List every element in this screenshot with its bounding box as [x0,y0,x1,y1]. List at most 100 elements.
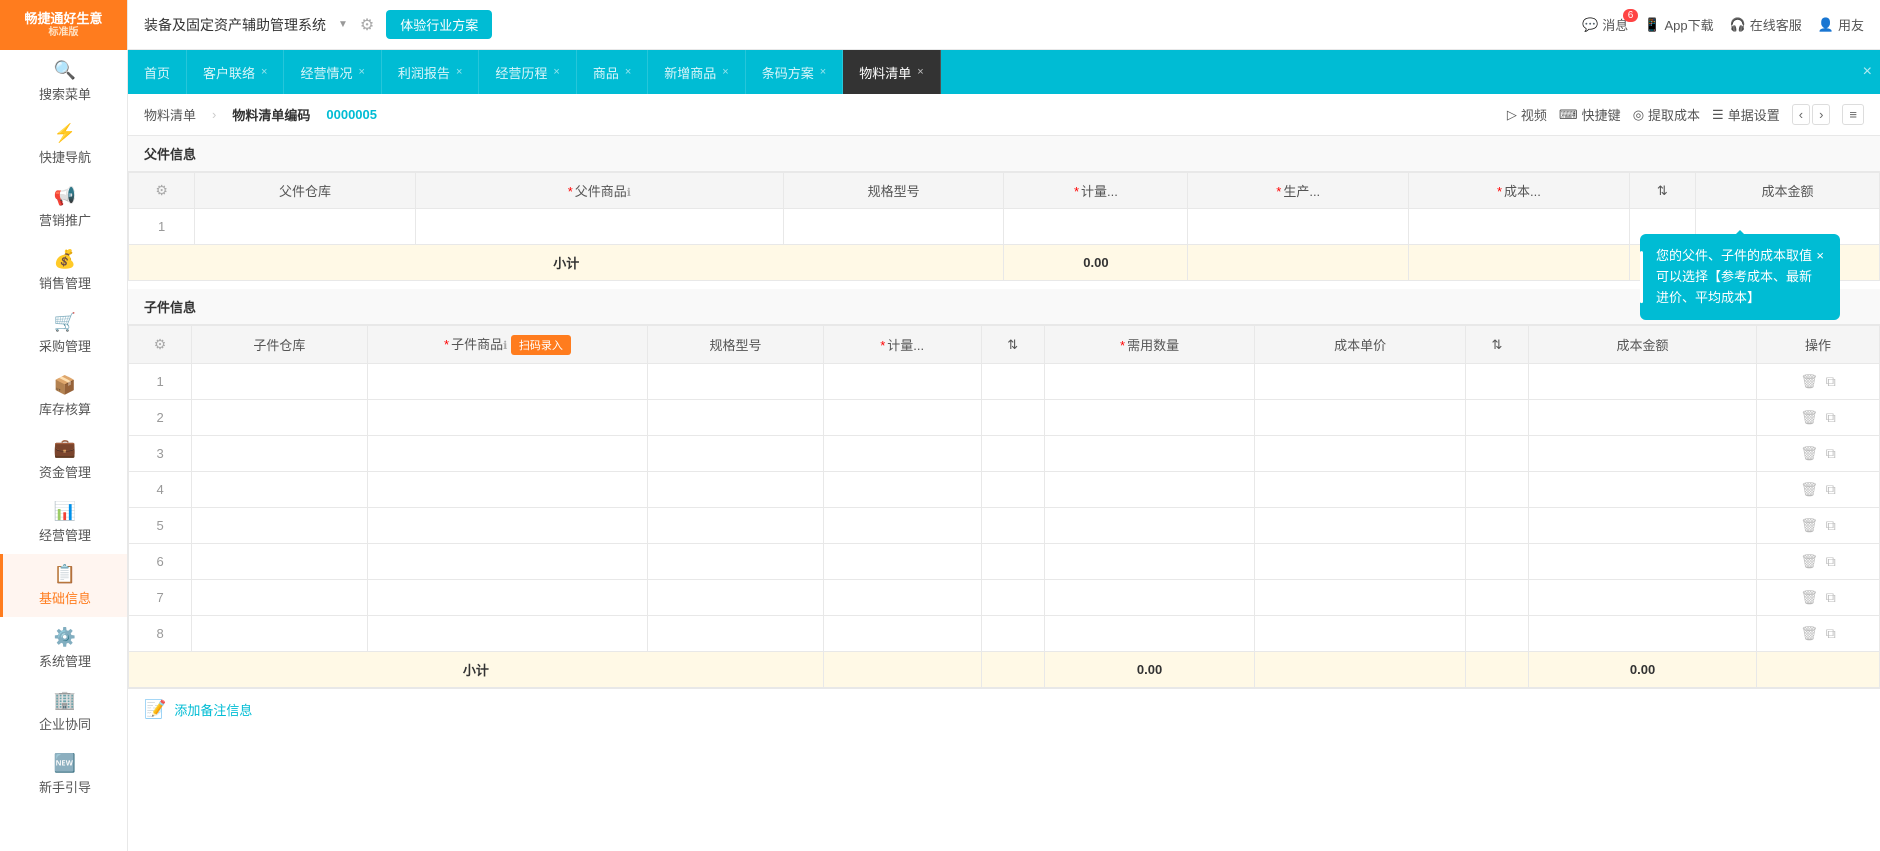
tab-goods[interactable]: 商品 × [577,50,648,94]
parent-col-sort[interactable]: ⇅ [1629,173,1695,209]
child-row1-unit[interactable] [823,364,981,400]
single-settings-btn[interactable]: ☰ 单据设置 [1712,105,1780,124]
sidebar-item-basic[interactable]: 📋 基础信息 [0,554,127,617]
child-row5-product[interactable] [367,508,648,544]
sidebar-item-marketing[interactable]: 📢 营销推广 [0,176,127,239]
child-row3-quantity[interactable] [1044,436,1255,472]
tooltip-close-btn[interactable]: × [1816,246,1824,267]
user-wrapper[interactable]: 👤 用友 [1818,15,1864,34]
child-row2-warehouse[interactable] [192,400,367,436]
child-row6-warehouse[interactable] [192,544,367,580]
child-row7-unit-cost[interactable] [1255,580,1466,616]
parent-row-prod[interactable] [1188,209,1409,245]
parent-col-settings[interactable]: ⚙ [129,173,195,209]
child-row6-quantity[interactable] [1044,544,1255,580]
message-wrapper[interactable]: 💬 消息 6 [1582,15,1628,34]
child-row1-unit-cost[interactable] [1255,364,1466,400]
child-row1-quantity[interactable] [1044,364,1255,400]
child-row5-unit[interactable] [823,508,981,544]
child-row2-unit[interactable] [823,400,981,436]
sidebar-item-sales[interactable]: 💰 销售管理 [0,239,127,302]
child-row5-warehouse[interactable] [192,508,367,544]
child-row7-spec[interactable] [648,580,823,616]
add-note-btn[interactable]: 添加备注信息 [174,700,252,719]
tab-profit[interactable]: 利润报告 × [382,50,479,94]
child-row6-spec[interactable] [648,544,823,580]
tab-customer-close-icon[interactable]: × [261,66,267,78]
child-row8-unit-cost[interactable] [1255,616,1466,652]
sidebar-item-operations[interactable]: 📊 经营管理 [0,491,127,554]
tab-home[interactable]: 首页 [128,50,187,94]
child-row4-delete-icon[interactable]: 🗑 [1800,481,1818,497]
child-row4-unit-cost[interactable] [1255,472,1466,508]
child-row6-copy-icon[interactable]: ⧉ [1826,553,1836,569]
child-row4-unit[interactable] [823,472,981,508]
online-service-wrapper[interactable]: 🎧 在线客服 [1730,15,1802,34]
child-row4-quantity[interactable] [1044,472,1255,508]
scan-input-btn[interactable]: 扫码录入 [511,335,571,355]
tab-history[interactable]: 经营历程 × [479,50,576,94]
tab-barcode[interactable]: 条码方案 × [746,50,843,94]
child-row3-warehouse[interactable] [192,436,367,472]
child-row8-product[interactable] [367,616,648,652]
tab-profit-close-icon[interactable]: × [456,66,462,78]
child-row5-spec[interactable] [648,508,823,544]
child-col-sort2[interactable]: ⇅ [1465,326,1528,364]
sidebar-item-quick-nav[interactable]: ⚡ 快捷导航 [0,113,127,176]
settings-gear-icon[interactable]: ⚙ [360,15,374,35]
child-row8-spec[interactable] [648,616,823,652]
child-row5-copy-icon[interactable]: ⧉ [1826,517,1836,533]
sidebar-item-inventory[interactable]: 📦 库存核算 [0,365,127,428]
child-row1-spec[interactable] [648,364,823,400]
child-row1-product[interactable] [367,364,648,400]
tab-operations-close-icon[interactable]: × [358,66,364,78]
child-row4-warehouse[interactable] [192,472,367,508]
extract-cost-btn[interactable]: ◎ 提取成本 [1633,105,1700,124]
child-row3-spec[interactable] [648,436,823,472]
view-video-btn[interactable]: ▷ 视频 [1507,105,1547,124]
shortcut-btn[interactable]: ⌨ 快捷键 [1559,105,1621,124]
tab-barcode-close-icon[interactable]: × [820,66,826,78]
tab-new-goods-close-icon[interactable]: × [722,66,728,78]
child-row8-quantity[interactable] [1044,616,1255,652]
child-row2-unit-cost[interactable] [1255,400,1466,436]
child-row8-copy-icon[interactable]: ⧉ [1826,625,1836,641]
child-row2-product[interactable] [367,400,648,436]
layout-btn[interactable]: ≡ [1842,104,1864,125]
child-row8-warehouse[interactable] [192,616,367,652]
tab-customer[interactable]: 客户联络 × [187,50,284,94]
child-row5-delete-icon[interactable]: 🗑 [1800,517,1818,533]
child-row7-quantity[interactable] [1044,580,1255,616]
child-row8-delete-icon[interactable]: 🗑 [1800,625,1818,641]
child-row2-copy-icon[interactable]: ⧉ [1826,409,1836,425]
tab-bom[interactable]: 物料清单 × [843,50,940,94]
child-col-sort[interactable]: ⇅ [981,326,1044,364]
next-page-btn[interactable]: › [1812,104,1830,125]
child-row3-unit[interactable] [823,436,981,472]
child-row2-spec[interactable] [648,400,823,436]
child-row7-copy-icon[interactable]: ⧉ [1826,589,1836,605]
child-row6-unit-cost[interactable] [1255,544,1466,580]
child-row7-warehouse[interactable] [192,580,367,616]
parent-row-unit[interactable] [1004,209,1188,245]
dropdown-arrow-icon[interactable]: ▼ [338,19,348,30]
child-row7-delete-icon[interactable]: 🗑 [1800,589,1818,605]
child-row1-copy-icon[interactable]: ⧉ [1826,373,1836,389]
child-col-settings[interactable]: ⚙ [129,326,192,364]
tab-operations[interactable]: 经营情况 × [284,50,381,94]
child-row4-copy-icon[interactable]: ⧉ [1826,481,1836,497]
child-row4-spec[interactable] [648,472,823,508]
parent-row-warehouse[interactable] [195,209,416,245]
trial-button[interactable]: 体验行业方案 [386,10,492,39]
tab-bom-close-icon[interactable]: × [917,66,923,78]
child-row7-product[interactable] [367,580,648,616]
parent-row-spec[interactable] [783,209,1004,245]
child-row3-copy-icon[interactable]: ⧉ [1826,445,1836,461]
child-row8-unit[interactable] [823,616,981,652]
sidebar-item-purchase[interactable]: 🛒 采购管理 [0,302,127,365]
parent-row-product[interactable] [415,209,783,245]
tab-new-goods[interactable]: 新增商品 × [648,50,745,94]
close-all-icon[interactable]: × [1855,63,1880,80]
child-row4-product[interactable] [367,472,648,508]
sidebar-item-guide[interactable]: 🆕 新手引导 [0,743,127,806]
